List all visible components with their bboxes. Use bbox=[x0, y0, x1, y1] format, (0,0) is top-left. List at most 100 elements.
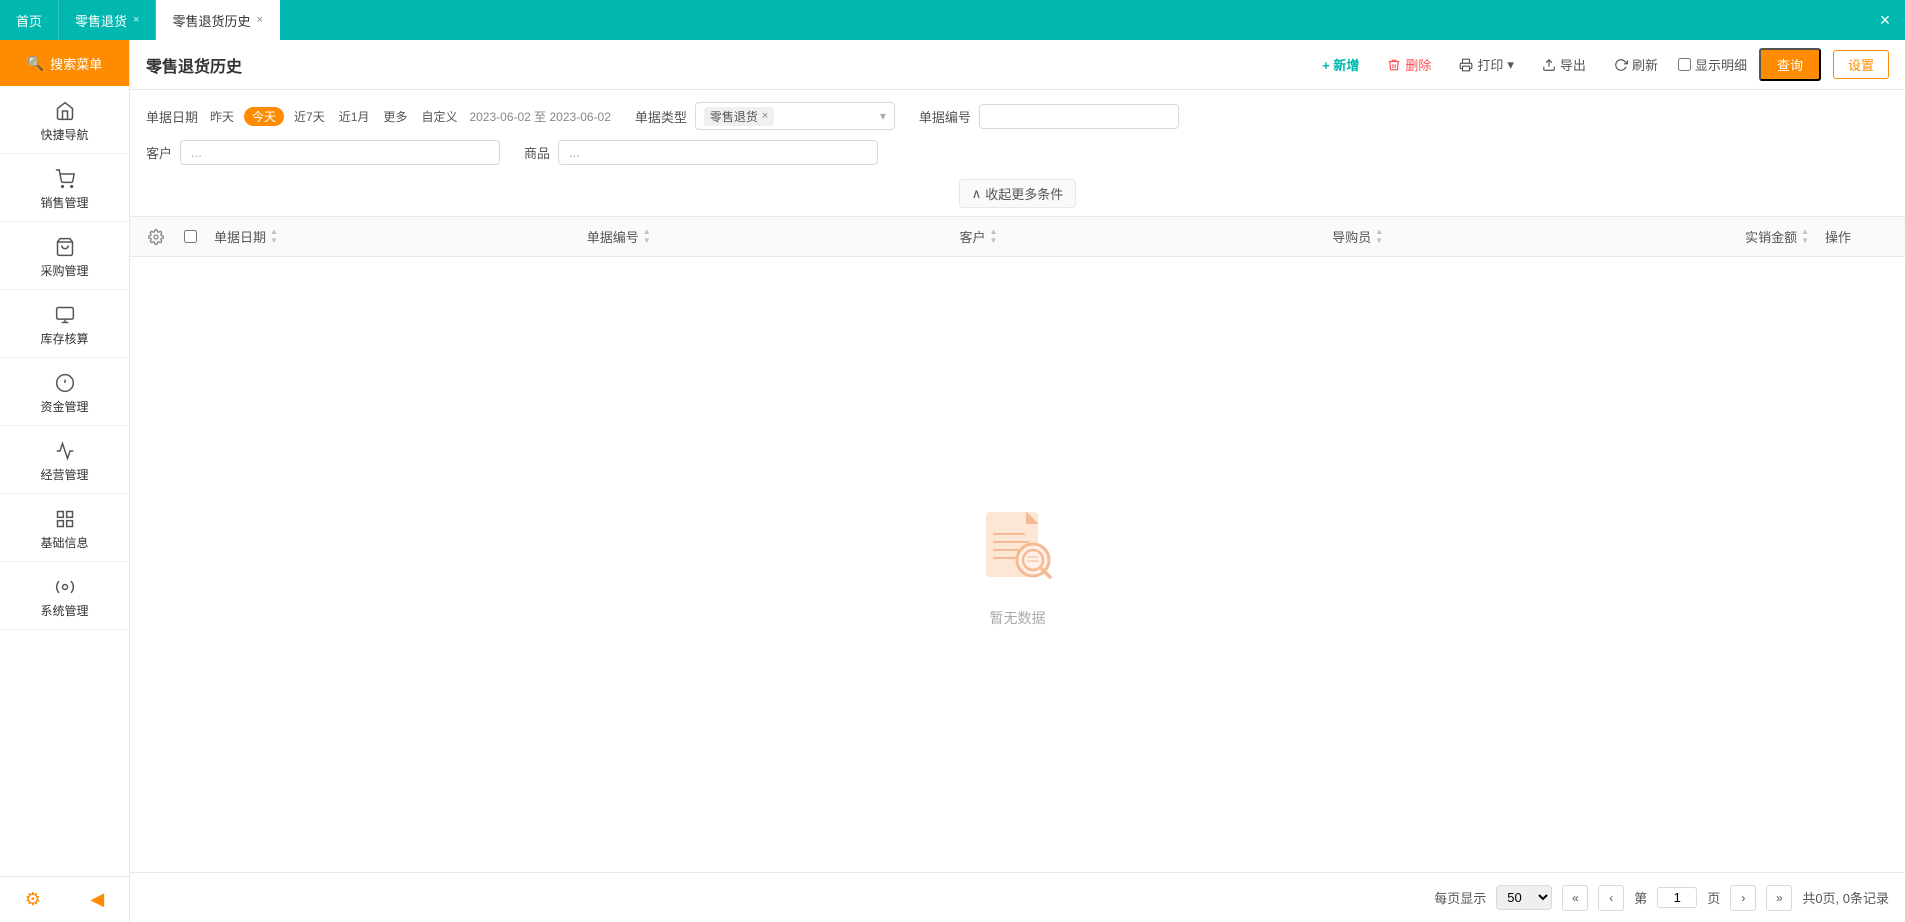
voucher-type-tag-close[interactable]: × bbox=[762, 110, 768, 122]
table-header: 单据日期 ▲ ▼ 单据编号 ▲ ▼ 客户 ▲ bbox=[130, 217, 1905, 257]
prev-page-button[interactable]: ‹ bbox=[1598, 885, 1624, 911]
per-page-select[interactable]: 20 50 100 200 bbox=[1496, 885, 1552, 910]
add-button[interactable]: + 新增 bbox=[1314, 51, 1367, 78]
sidebar-item-system-label: 系统管理 bbox=[40, 602, 88, 619]
refresh-icon bbox=[1614, 58, 1628, 72]
column-settings-icon[interactable] bbox=[138, 229, 174, 245]
th-customer-sort[interactable]: ▲ ▼ bbox=[990, 228, 998, 245]
sidebar-item-finance-label: 资金管理 bbox=[40, 398, 88, 415]
th-amount-label: 实销金额 bbox=[1745, 227, 1797, 246]
next-page-button[interactable]: › bbox=[1730, 885, 1756, 911]
export-icon bbox=[1542, 58, 1556, 72]
empty-state: 暂无数据 bbox=[130, 257, 1905, 872]
refresh-label: 刷新 bbox=[1632, 55, 1658, 74]
delete-label: 删除 bbox=[1405, 55, 1431, 74]
th-ops-label: 操作 bbox=[1825, 227, 1851, 246]
collapse-button[interactable]: ∧ 收起更多条件 bbox=[959, 179, 1077, 208]
select-all-checkbox[interactable] bbox=[174, 230, 206, 243]
content-area: 零售退货历史 + 新增 删除 打印 ▾ 导出 刷新 bbox=[130, 40, 1905, 922]
setting-button[interactable]: 设置 bbox=[1833, 50, 1889, 79]
th-date-sort[interactable]: ▲ ▼ bbox=[270, 228, 278, 245]
delete-button[interactable]: 删除 bbox=[1379, 51, 1439, 78]
th-amount-sort[interactable]: ▲ ▼ bbox=[1801, 228, 1809, 245]
filter-row-1: 单据日期 昨天 今天 近7天 近1月 更多 自定义 2023-06-02 至 2… bbox=[146, 102, 1889, 130]
date-btn-1month[interactable]: 近1月 bbox=[335, 107, 374, 126]
customer-label: 客户 bbox=[146, 143, 172, 162]
sidebar-item-quicknav[interactable]: 快捷导航 bbox=[0, 86, 129, 154]
inventory-icon bbox=[54, 304, 76, 326]
show-detail-checkbox[interactable]: 显示明细 bbox=[1678, 55, 1747, 74]
date-shortcuts: 昨天 今天 近7天 近1月 更多 自定义 bbox=[206, 107, 461, 126]
goods-label: 商品 bbox=[524, 143, 550, 162]
filter-date: 单据日期 昨天 今天 近7天 近1月 更多 自定义 2023-06-02 至 2… bbox=[146, 107, 611, 126]
th-voucher-no-label: 单据编号 bbox=[587, 227, 639, 246]
export-button[interactable]: 导出 bbox=[1534, 51, 1594, 78]
tab-retail-return[interactable]: 零售退货 × bbox=[59, 0, 156, 40]
th-date-label: 单据日期 bbox=[214, 227, 266, 246]
th-ops: 操作 bbox=[1817, 227, 1897, 246]
voucher-type-tag: 零售退货 × bbox=[704, 107, 774, 126]
filter-voucher-no: 单据编号 bbox=[919, 104, 1179, 129]
date-btn-custom[interactable]: 自定义 bbox=[417, 107, 461, 126]
page-title: 零售退货历史 bbox=[146, 53, 242, 77]
show-detail-input[interactable] bbox=[1678, 58, 1691, 71]
delete-icon bbox=[1387, 58, 1401, 72]
sidebar-menu: 快捷导航 销售管理 采购管理 bbox=[0, 86, 129, 876]
date-btn-7days[interactable]: 近7天 bbox=[290, 107, 329, 126]
sidebar-item-system[interactable]: 系统管理 bbox=[0, 562, 129, 630]
sales-icon bbox=[54, 168, 76, 190]
window-close-button[interactable]: × bbox=[1865, 0, 1905, 40]
customer-input[interactable]: ... bbox=[180, 140, 500, 165]
sidebar-item-quicknav-label: 快捷导航 bbox=[40, 126, 88, 143]
speaker-button[interactable]: ◀ bbox=[90, 889, 104, 910]
sidebar-item-basic[interactable]: 基础信息 bbox=[0, 494, 129, 562]
sidebar-item-finance[interactable]: 资金管理 bbox=[0, 358, 129, 426]
basic-icon bbox=[54, 508, 76, 530]
select-all-input[interactable] bbox=[184, 230, 197, 243]
settings-button[interactable]: ⚙ bbox=[25, 889, 41, 910]
date-btn-more[interactable]: 更多 bbox=[379, 107, 411, 126]
voucher-type-select[interactable]: 零售退货 × ▾ bbox=[695, 102, 895, 130]
goods-input[interactable]: ... bbox=[558, 140, 878, 165]
query-button[interactable]: 查询 bbox=[1759, 48, 1821, 81]
tab-home[interactable]: 首页 bbox=[0, 0, 59, 40]
sidebar-item-purchase-label: 采购管理 bbox=[40, 262, 88, 279]
th-date: 单据日期 ▲ ▼ bbox=[206, 227, 579, 246]
sidebar-search-text: 搜索菜单 bbox=[50, 54, 102, 73]
voucher-no-label: 单据编号 bbox=[919, 107, 971, 126]
main-layout: 🔍 搜索菜单 快捷导航 销售管理 bbox=[0, 40, 1905, 922]
print-dropdown-icon[interactable]: ▾ bbox=[1507, 57, 1514, 73]
tab-retail-return-history-close[interactable]: × bbox=[256, 14, 262, 26]
print-button[interactable]: 打印 ▾ bbox=[1451, 51, 1522, 78]
date-label: 单据日期 bbox=[146, 107, 198, 126]
filter-row-2: 客户 ... 商品 ... bbox=[146, 140, 1889, 165]
tab-retail-return-history[interactable]: 零售退货历史 × bbox=[156, 0, 279, 40]
th-guide: 导购员 ▲ ▼ bbox=[1324, 227, 1697, 246]
tab-home-label: 首页 bbox=[16, 11, 42, 30]
header-actions: + 新增 删除 打印 ▾ 导出 刷新 bbox=[1314, 48, 1889, 81]
th-guide-sort[interactable]: ▲ ▼ bbox=[1375, 228, 1383, 245]
sidebar-item-operations[interactable]: 经营管理 bbox=[0, 426, 129, 494]
empty-illustration bbox=[968, 502, 1068, 592]
refresh-button[interactable]: 刷新 bbox=[1606, 51, 1666, 78]
tab-retail-return-label: 零售退货 bbox=[75, 11, 127, 30]
th-voucher-no-sort[interactable]: ▲ ▼ bbox=[643, 228, 651, 245]
sidebar-item-basic-label: 基础信息 bbox=[40, 534, 88, 551]
tab-retail-return-close[interactable]: × bbox=[133, 14, 139, 26]
system-icon bbox=[54, 576, 76, 598]
th-voucher-no: 单据编号 ▲ ▼ bbox=[579, 227, 952, 246]
sidebar-item-inventory[interactable]: 库存核算 bbox=[0, 290, 129, 358]
sidebar-search[interactable]: 🔍 搜索菜单 bbox=[0, 40, 129, 86]
last-page-button[interactable]: » bbox=[1766, 885, 1792, 911]
total-info: 共0页, 0条记录 bbox=[1802, 888, 1889, 907]
sidebar: 🔍 搜索菜单 快捷导航 销售管理 bbox=[0, 40, 130, 922]
page-number-input[interactable] bbox=[1657, 887, 1697, 908]
collapse-btn-container: ∧ 收起更多条件 bbox=[146, 175, 1889, 208]
sidebar-item-sales[interactable]: 销售管理 bbox=[0, 154, 129, 222]
date-btn-yesterday[interactable]: 昨天 bbox=[206, 107, 238, 126]
date-btn-today[interactable]: 今天 bbox=[244, 107, 284, 126]
first-page-button[interactable]: « bbox=[1562, 885, 1588, 911]
sidebar-item-purchase[interactable]: 采购管理 bbox=[0, 222, 129, 290]
top-bar: 首页 零售退货 × 零售退货历史 × × bbox=[0, 0, 1905, 40]
voucher-no-input[interactable] bbox=[979, 104, 1179, 129]
